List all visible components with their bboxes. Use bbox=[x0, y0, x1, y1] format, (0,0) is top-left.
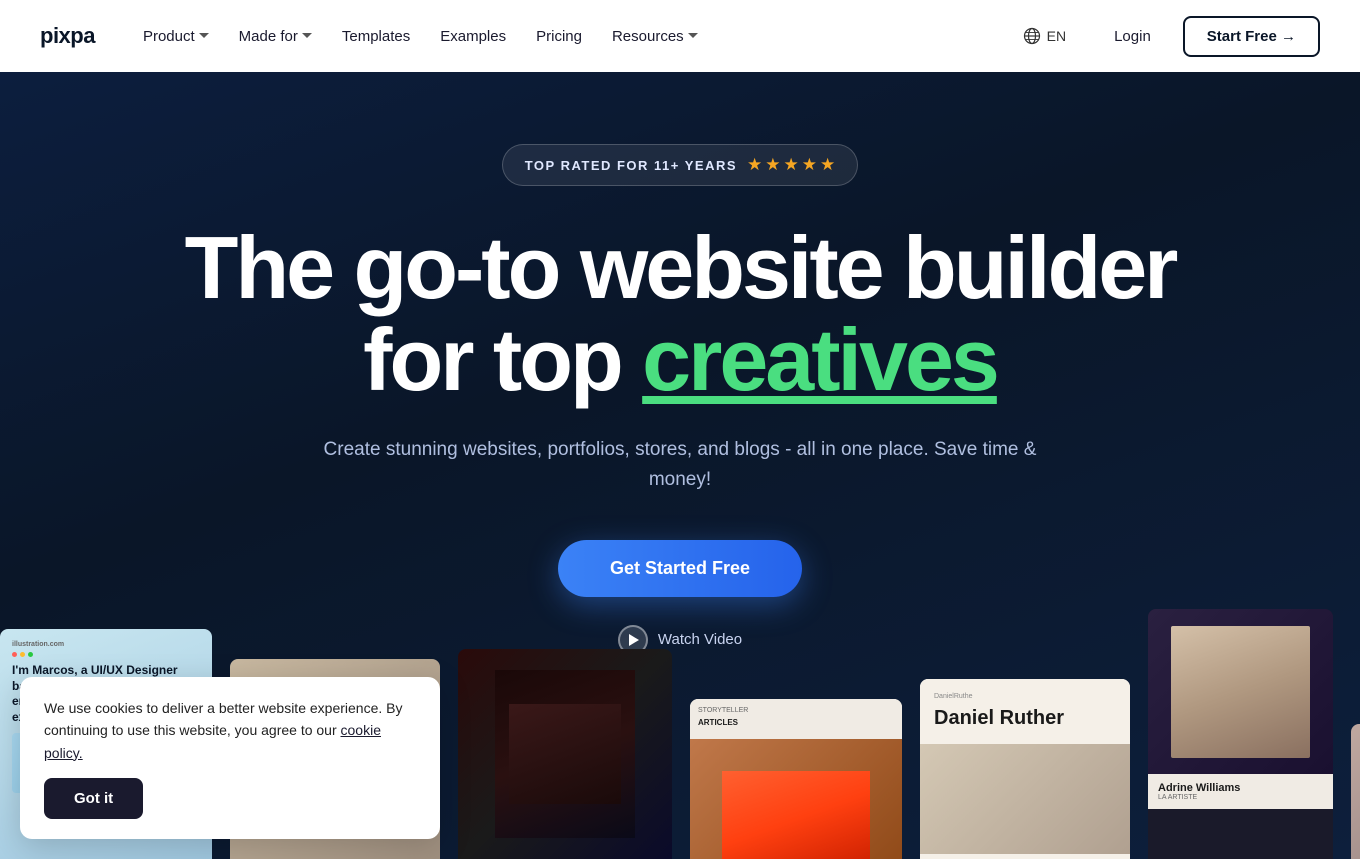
badge-text: TOP RATED FOR 11+ YEARS bbox=[525, 158, 737, 173]
star-rating: ★ ★ ★ ★ ★ bbox=[747, 155, 835, 175]
preview-card-3 bbox=[458, 649, 672, 859]
chevron-down-icon bbox=[688, 33, 698, 39]
preview-5-name: Daniel Ruther bbox=[934, 706, 1116, 730]
star-4: ★ bbox=[802, 155, 817, 175]
cookie-banner: We use cookies to deliver a better websi… bbox=[20, 677, 440, 839]
chevron-down-icon bbox=[302, 33, 312, 39]
navbar: pixpa Product Made for Templates Example… bbox=[0, 0, 1360, 72]
hero-heading: The go-to website builder for top creati… bbox=[185, 222, 1176, 407]
star-1: ★ bbox=[747, 155, 762, 175]
preview-card-6: Adrine Williams LA ARTISTE bbox=[1148, 609, 1333, 859]
start-free-button[interactable]: Start Free → bbox=[1183, 16, 1320, 57]
globe-icon bbox=[1023, 27, 1041, 45]
nav-pricing[interactable]: Pricing bbox=[524, 20, 594, 53]
nav-made-for[interactable]: Made for bbox=[227, 20, 324, 53]
preview-card-7 bbox=[1351, 724, 1360, 859]
nav-resources[interactable]: Resources bbox=[600, 20, 710, 53]
highlight-creatives: creatives bbox=[642, 310, 997, 409]
nav-links: Product Made for Templates Examples Pric… bbox=[131, 20, 710, 53]
star-3: ★ bbox=[784, 155, 799, 175]
nav-templates[interactable]: Templates bbox=[330, 20, 422, 53]
top-rated-badge: TOP RATED FOR 11+ YEARS ★ ★ ★ ★ ★ bbox=[502, 144, 859, 186]
language-selector[interactable]: EN bbox=[1013, 21, 1082, 51]
navbar-right: EN Login Start Free → bbox=[1013, 16, 1320, 57]
logo[interactable]: pixpa bbox=[40, 23, 95, 49]
cookie-text: We use cookies to deliver a better websi… bbox=[44, 697, 416, 764]
lang-label: EN bbox=[1047, 28, 1066, 44]
get-started-button[interactable]: Get Started Free bbox=[558, 540, 802, 597]
nav-examples[interactable]: Examples bbox=[428, 20, 518, 53]
preview-card-5: DanielRuthe Daniel Ruther bbox=[920, 679, 1130, 859]
preview-6-name: Adrine Williams bbox=[1158, 782, 1323, 794]
preview-card-4: STORYTELLER ARTICLES bbox=[690, 699, 902, 859]
star-5: ★ bbox=[820, 155, 835, 175]
nav-product[interactable]: Product bbox=[131, 20, 221, 53]
chevron-down-icon bbox=[199, 33, 209, 39]
login-button[interactable]: Login bbox=[1098, 20, 1167, 53]
star-2: ★ bbox=[765, 155, 780, 175]
navbar-left: pixpa Product Made for Templates Example… bbox=[40, 20, 710, 53]
cookie-accept-button[interactable]: Got it bbox=[44, 778, 143, 819]
hero-subtext: Create stunning websites, portfolios, st… bbox=[320, 435, 1040, 496]
